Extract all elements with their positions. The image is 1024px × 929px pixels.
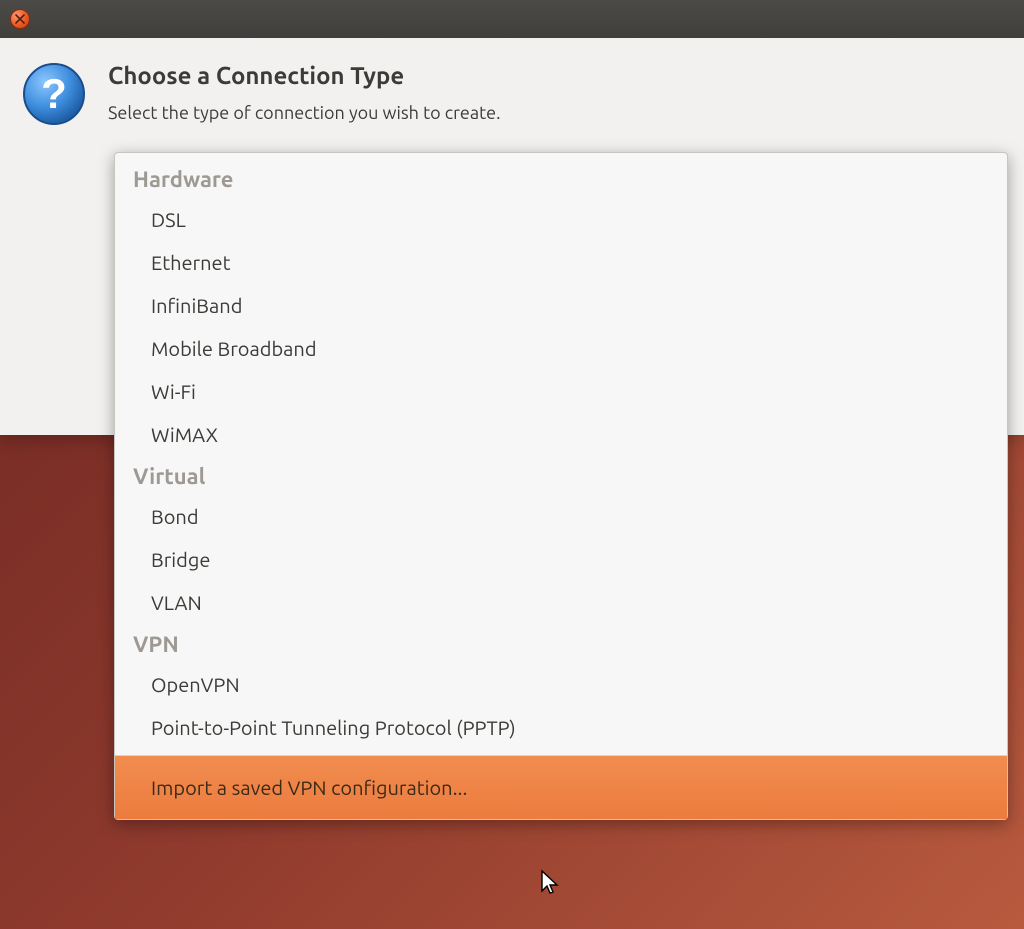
option-bridge[interactable]: Bridge — [115, 538, 1007, 581]
dialog-main: Choose a Connection Type Select the type… — [108, 62, 1006, 141]
svg-text:?: ? — [41, 70, 67, 117]
option-import-vpn[interactable]: Import a saved VPN configuration... — [115, 756, 1007, 819]
option-mobile-broadband[interactable]: Mobile Broadband — [115, 327, 1007, 370]
titlebar — [0, 0, 1024, 38]
close-button[interactable] — [10, 9, 30, 29]
option-dsl[interactable]: DSL — [115, 198, 1007, 241]
option-openvpn[interactable]: OpenVPN — [115, 663, 1007, 706]
dialog-content: ? Choose a Connection Type Select the ty… — [0, 38, 1024, 159]
option-vlan[interactable]: VLAN — [115, 581, 1007, 624]
category-hardware: Hardware — [115, 159, 1007, 198]
option-wimax[interactable]: WiMAX — [115, 413, 1007, 456]
category-virtual: Virtual — [115, 456, 1007, 495]
option-wifi[interactable]: Wi-Fi — [115, 370, 1007, 413]
option-infiniband[interactable]: InfiniBand — [115, 284, 1007, 327]
dialog-title: Choose a Connection Type — [108, 62, 1006, 89]
help-icon: ? — [22, 62, 86, 126]
dialog-subtitle: Select the type of connection you wish t… — [108, 103, 1006, 123]
connection-type-dropdown[interactable]: Hardware DSL Ethernet InfiniBand Mobile … — [114, 152, 1008, 820]
option-ethernet[interactable]: Ethernet — [115, 241, 1007, 284]
close-icon — [15, 14, 25, 24]
option-bond[interactable]: Bond — [115, 495, 1007, 538]
option-pptp[interactable]: Point-to-Point Tunneling Protocol (PPTP) — [115, 706, 1007, 749]
category-vpn: VPN — [115, 624, 1007, 663]
